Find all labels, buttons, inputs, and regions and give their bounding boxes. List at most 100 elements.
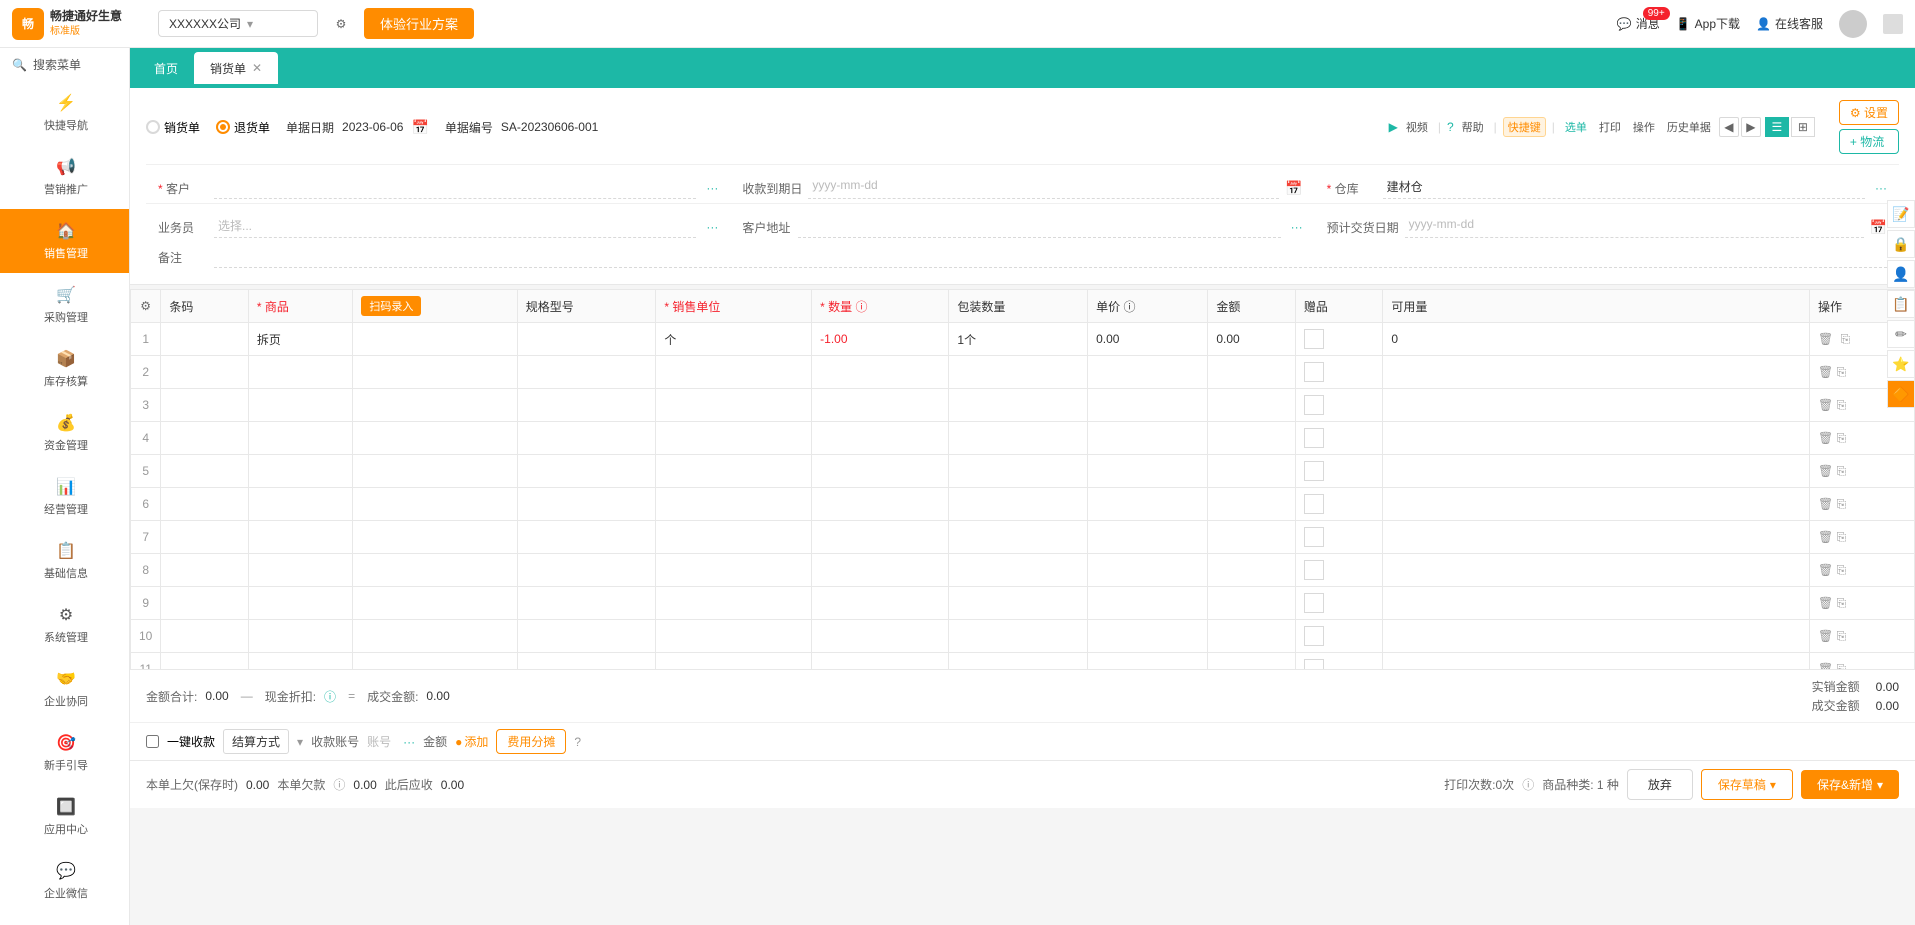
gift-checkbox-1[interactable] (1304, 329, 1324, 349)
add-payment-button[interactable]: ● 添加 (455, 733, 488, 750)
qty-cell-1[interactable]: -1.00 (812, 323, 949, 356)
cash-discount-help[interactable]: ⓘ (324, 688, 336, 705)
copy-icon[interactable]: ⎘ (1837, 563, 1847, 577)
spec-cell-1[interactable] (353, 323, 517, 356)
grid-view-button[interactable]: ⊞ (1791, 117, 1815, 137)
side-btn-lock[interactable]: 🔒 (1887, 230, 1915, 258)
customer-address-input[interactable] (798, 216, 1280, 238)
operations-button[interactable]: 操作 (1629, 117, 1659, 137)
payment-date-input[interactable]: yyyy-mm-dd (808, 177, 1279, 199)
print-button[interactable]: 打印 (1595, 117, 1625, 137)
sidebar-item-quick-nav[interactable]: ⚡ 快捷导航 (0, 81, 129, 145)
copy-icon[interactable]: ⎘ (1837, 662, 1847, 670)
gift-checkbox[interactable] (1304, 527, 1324, 547)
address-dots[interactable]: ··· (1291, 220, 1303, 234)
sidebar-item-inventory[interactable]: 📦 库存核算 (0, 337, 129, 401)
gift-checkbox[interactable] (1304, 626, 1324, 646)
sidebar-item-member[interactable]: V 畅会员 (0, 913, 129, 925)
delete-icon[interactable]: 🗑 (1818, 563, 1833, 577)
side-btn-user[interactable]: 👤 (1887, 260, 1915, 288)
sidebar-item-operation[interactable]: 📊 经营管理 (0, 465, 129, 529)
tab-home[interactable]: 首页 (138, 52, 194, 84)
list-view-button[interactable]: ☰ (1765, 117, 1789, 137)
message-button[interactable]: 💬 消息 99+ (1617, 15, 1660, 32)
save-draft-button[interactable]: 保存草稿 ▾ (1701, 769, 1793, 800)
delete-icon[interactable]: 🗑 (1818, 431, 1833, 445)
delete-icon[interactable]: 🗑 (1818, 596, 1833, 610)
warehouse-input[interactable]: 建材仓 (1383, 177, 1865, 199)
copy-icon[interactable]: ⎘ (1837, 497, 1847, 511)
delete-icon[interactable]: 🗑 (1818, 398, 1833, 412)
payment-calendar-icon[interactable]: 📅 (1285, 180, 1302, 197)
delete-icon[interactable]: 🗑 (1818, 365, 1833, 379)
sidebar-item-basic[interactable]: 📋 基础信息 (0, 529, 129, 593)
sidebar-item-guide[interactable]: 🎯 新手引导 (0, 721, 129, 785)
settings-button[interactable]: ⚙ 设置 (1839, 100, 1899, 125)
sidebar-item-wechat[interactable]: 💬 企业微信 (0, 849, 129, 913)
price-cell-1[interactable]: 0.00 (1088, 323, 1208, 356)
copy-icon[interactable]: ⎘ (1837, 596, 1847, 610)
sidebar-item-marketing[interactable]: 📢 营销推广 (0, 145, 129, 209)
gift-checkbox[interactable] (1304, 395, 1324, 415)
sidebar-item-system[interactable]: ⚙ 系统管理 (0, 593, 129, 657)
account-placeholder[interactable]: 账号 (367, 733, 391, 750)
doc-date-value[interactable]: 2023-06-06 (342, 120, 403, 134)
prev-arrow[interactable]: ◀ (1719, 117, 1739, 137)
history-button[interactable]: 历史单据 (1663, 117, 1715, 137)
select-order-button[interactable]: 选单 (1561, 117, 1591, 137)
side-btn-edit[interactable]: ✏ (1887, 320, 1915, 348)
pkg-cell-1[interactable]: 1个 (949, 323, 1088, 356)
copy-icon[interactable]: ⎘ (1837, 464, 1847, 478)
product-cell-1[interactable]: 拆页 (248, 323, 353, 356)
delete-icon[interactable]: 🗑 (1818, 662, 1833, 670)
one-click-payment-checkbox[interactable] (146, 735, 159, 748)
expense-help-icon[interactable]: ? (574, 735, 581, 749)
customer-dots[interactable]: ··· (706, 181, 718, 195)
amount-cell-1[interactable]: 0.00 (1208, 323, 1296, 356)
sidebar-item-finance[interactable]: 💰 资金管理 (0, 401, 129, 465)
warehouse-dots[interactable]: ··· (1875, 181, 1887, 195)
expense-split-button[interactable]: 费用分摊 (496, 729, 566, 754)
delivery-calendar-icon[interactable]: 📅 (1870, 219, 1887, 236)
copy-icon[interactable]: ⎘ (1837, 365, 1847, 379)
gift-checkbox[interactable] (1304, 593, 1324, 613)
side-btn-doc[interactable]: 📋 (1887, 290, 1915, 318)
col-scan-header[interactable]: 扫码录入 (353, 290, 517, 323)
one-click-payment-label[interactable]: 一键收款 (167, 733, 215, 750)
sidebar-item-app-center[interactable]: 🔲 应用中心 (0, 785, 129, 849)
delivery-date-input[interactable]: yyyy-mm-dd (1405, 216, 1864, 238)
copy-row-1-icon[interactable]: ⎘ (1841, 332, 1851, 346)
gift-checkbox[interactable] (1304, 461, 1324, 481)
save-new-button[interactable]: 保存&新增 ▾ (1801, 770, 1899, 799)
copy-icon[interactable]: ⎘ (1837, 431, 1847, 445)
remarks-input[interactable] (214, 246, 1887, 268)
user-menu-icon[interactable] (1883, 14, 1903, 34)
side-btn-orange[interactable]: 🔶 (1887, 380, 1915, 408)
gift-checkbox[interactable] (1304, 494, 1324, 514)
gift-cell-1[interactable] (1295, 323, 1383, 356)
customer-input[interactable] (214, 177, 696, 199)
sidebar-item-sales[interactable]: 🏠 销售管理 (0, 209, 129, 273)
online-service-button[interactable]: 👤 在线客服 (1756, 15, 1823, 32)
payment-method-select[interactable]: 结算方式 (223, 729, 289, 754)
salesperson-input[interactable]: 选择... (214, 216, 696, 238)
gift-checkbox[interactable] (1304, 362, 1324, 382)
company-selector[interactable]: XXXXXX公司 ▾ (158, 10, 318, 37)
account-dots[interactable]: ··· (403, 735, 415, 749)
col-settings-header[interactable]: ⚙ (131, 290, 161, 323)
gift-checkbox[interactable] (1304, 659, 1324, 669)
gift-checkbox[interactable] (1304, 560, 1324, 580)
video-button[interactable]: 视频 (1402, 117, 1432, 137)
scan-button[interactable]: 扫码录入 (361, 296, 421, 316)
total-owed-help[interactable]: ⓘ (333, 776, 345, 793)
tab-sales-order[interactable]: 销货单 ✕ (194, 52, 278, 84)
sidebar-item-enterprise[interactable]: 🤝 企业协同 (0, 657, 129, 721)
shortcuts-button[interactable]: 快捷键 (1503, 117, 1546, 137)
side-btn-notes[interactable]: 📝 (1887, 200, 1915, 228)
tab-close-icon[interactable]: ✕ (252, 61, 262, 75)
delete-icon[interactable]: 🗑 (1818, 530, 1833, 544)
delete-row-1-icon[interactable]: 🗑 (1818, 332, 1833, 346)
barcode-cell-1[interactable] (161, 323, 249, 356)
payment-method-chevron[interactable]: ▾ (297, 735, 303, 749)
copy-icon[interactable]: ⎘ (1837, 530, 1847, 544)
